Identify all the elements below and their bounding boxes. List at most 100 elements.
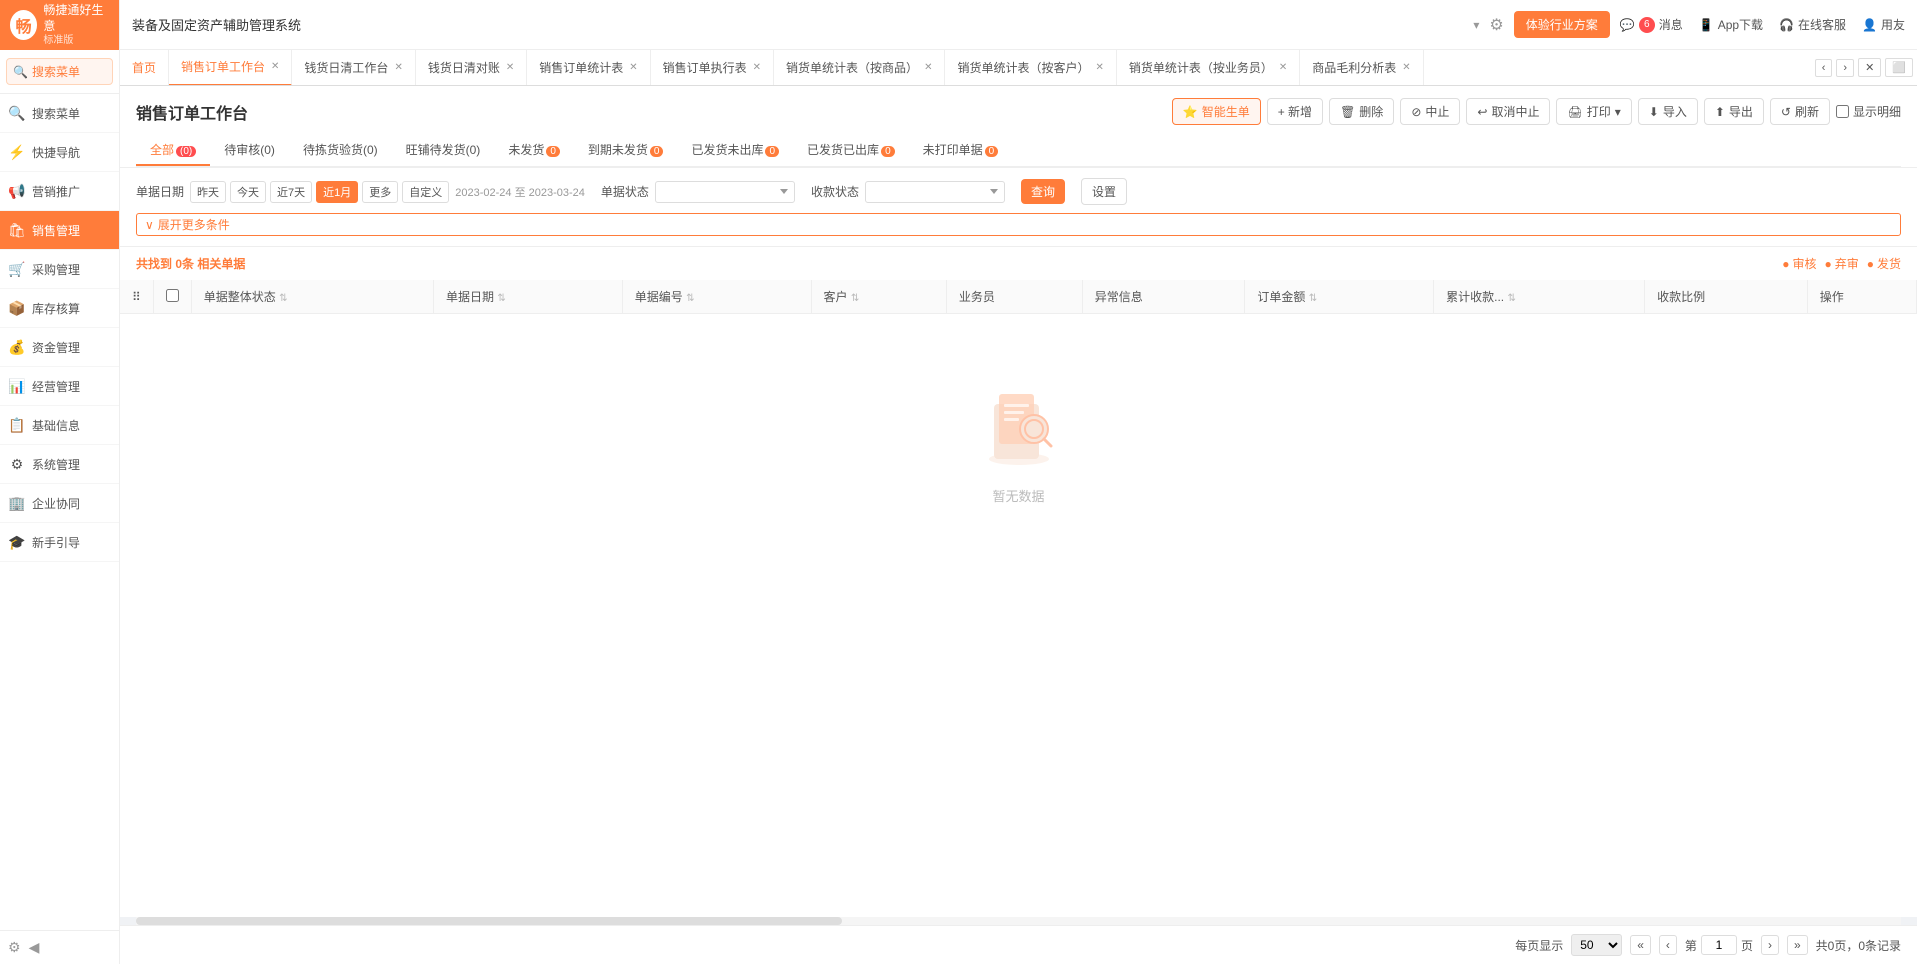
settings-icon[interactable]: ⚙ xyxy=(8,939,21,956)
tab-sales-summary-staff[interactable]: 销货单统计表（按业务员） ✕ xyxy=(1117,50,1300,86)
tab-sales-summary-product[interactable]: 销货单统计表（按商品） ✕ xyxy=(774,50,945,86)
tab-close-sales-stat[interactable]: ✕ xyxy=(629,62,637,73)
tabbar: 首页 销售订单工作台 ✕ 钱货日清工作台 ✕ 钱货日清对账 ✕ 销售订单统计表 … xyxy=(120,50,1917,86)
tab-prev-button[interactable]: ‹ xyxy=(1815,59,1833,77)
col-exception: 异常信息 xyxy=(1082,280,1245,314)
filter-date-more[interactable]: 更多 xyxy=(362,181,398,203)
subtab-not-printed[interactable]: 未打印单据0 xyxy=(909,135,1013,166)
sidebar-item-inventory[interactable]: 📦 库存核算 xyxy=(0,289,119,328)
filter-expand-button[interactable]: ∨ 展开更多条件 xyxy=(136,213,1901,236)
col-status: 单据整体状态 ⇅ xyxy=(191,280,433,314)
tab-cash-clear[interactable]: 钱货日清工作台 ✕ xyxy=(292,50,415,86)
tab-close-summary-staff[interactable]: ✕ xyxy=(1279,62,1287,73)
sidebar-item-finance[interactable]: 💰 资金管理 xyxy=(0,328,119,367)
tab-close-all-button[interactable]: ✕ xyxy=(1858,58,1881,77)
scrollbar-thumb[interactable] xyxy=(136,917,842,925)
sidebar-item-purchase[interactable]: 🛒 采购管理 xyxy=(0,250,119,289)
sort-date-icon[interactable]: ⇅ xyxy=(497,293,505,304)
system-chevron-icon[interactable]: ▾ xyxy=(1473,18,1479,32)
subtab-not-shipped[interactable]: 未发货0 xyxy=(494,135,574,166)
filter-date-yesterday[interactable]: 昨天 xyxy=(190,181,226,203)
delete-button[interactable]: 🗑 删除 xyxy=(1329,98,1394,125)
subtab-shipped-out[interactable]: 已发货已出库0 xyxy=(793,135,909,166)
new-button[interactable]: + 新增 xyxy=(1267,98,1323,125)
sort-collected-icon[interactable]: ⇅ xyxy=(1507,293,1515,304)
sidebar-item-basic_info[interactable]: 📋 基础信息 xyxy=(0,406,119,445)
sidebar-item-system[interactable]: ⚙ 系统管理 xyxy=(0,445,119,484)
filter-date-custom[interactable]: 自定义 xyxy=(402,181,449,203)
scrollbar[interactable] xyxy=(136,917,1901,925)
last-page-button[interactable]: » xyxy=(1787,935,1808,955)
sidebar-item-search[interactable]: 🔍 搜索菜单 xyxy=(0,94,119,133)
online-service-button[interactable]: 🎧 在线客服 xyxy=(1779,16,1846,33)
sort-amount-icon[interactable]: ⇅ xyxy=(1309,293,1317,304)
tab-close-sales-workbench[interactable]: ✕ xyxy=(271,61,279,72)
export-button[interactable]: ⬆ 导出 xyxy=(1704,98,1764,125)
nav-icon-basic_info: 📋 xyxy=(8,416,26,434)
collapse-icon[interactable]: ◀ xyxy=(29,939,40,956)
filter-status-select[interactable] xyxy=(655,181,795,203)
cancel-review-action-button[interactable]: ● 弃审 xyxy=(1824,255,1858,272)
sort-customer-icon[interactable]: ⇅ xyxy=(851,293,859,304)
first-page-button[interactable]: « xyxy=(1630,935,1651,955)
cancel-stop-button[interactable]: ↩ 取消中止 xyxy=(1466,98,1550,125)
subtab-overdue-not-shipped[interactable]: 到期未发货0 xyxy=(574,135,678,166)
tab-sales-workbench[interactable]: 销售订单工作台 ✕ xyxy=(169,50,292,86)
subtab-pending-review[interactable]: 待审核(0) xyxy=(210,135,289,166)
tab-close-summary-product[interactable]: ✕ xyxy=(924,62,932,73)
filter-payment-select[interactable] xyxy=(865,181,1005,203)
app-download-button[interactable]: 📱 App下载 xyxy=(1699,16,1763,33)
industry-solution-button[interactable]: 体验行业方案 xyxy=(1514,11,1610,38)
sort-no-icon[interactable]: ⇅ xyxy=(686,293,694,304)
sidebar-item-marketing[interactable]: 📢 营销推广 xyxy=(0,172,119,211)
filter-date-7days[interactable]: 近7天 xyxy=(270,181,312,203)
subtab-wangpu-pending[interactable]: 旺铺待发货(0) xyxy=(392,135,495,166)
tab-close-cash-clear[interactable]: ✕ xyxy=(394,62,402,73)
print-button[interactable]: 🖨 打印 ▾ xyxy=(1556,98,1631,125)
tab-maximize-button[interactable]: ⬜ xyxy=(1885,58,1913,77)
query-button[interactable]: 查询 xyxy=(1021,179,1065,204)
tab-cash-reconcile[interactable]: 钱货日清对账 ✕ xyxy=(416,50,527,86)
next-page-button[interactable]: › xyxy=(1761,935,1779,955)
user-button[interactable]: 👤 用友 xyxy=(1862,16,1905,33)
tab-close-cash-reconcile[interactable]: ✕ xyxy=(506,62,514,73)
import-button[interactable]: ⬇ 导入 xyxy=(1638,98,1698,125)
select-all-checkbox[interactable] xyxy=(166,289,179,302)
tab-product-margin[interactable]: 商品毛利分析表 ✕ xyxy=(1300,50,1423,86)
sidebar-item-guide[interactable]: 🎓 新手引导 xyxy=(0,523,119,562)
page-input[interactable] xyxy=(1701,935,1737,955)
tab-sales-stat[interactable]: 销售订单统计表 ✕ xyxy=(527,50,650,86)
review-action-button[interactable]: ● 审核 xyxy=(1782,255,1816,272)
stop-button[interactable]: ⊘ 中止 xyxy=(1400,98,1460,125)
tab-close-summary-customer[interactable]: ✕ xyxy=(1095,62,1103,73)
filter-date-today[interactable]: 今天 xyxy=(230,181,266,203)
tab-home[interactable]: 首页 xyxy=(120,50,169,86)
refresh-button[interactable]: ↺ 刷新 xyxy=(1770,98,1830,125)
sidebar-item-enterprise[interactable]: 🏢 企业协同 xyxy=(0,484,119,523)
sort-status-icon[interactable]: ⇅ xyxy=(279,293,287,304)
nav-label-purchase: 采购管理 xyxy=(32,261,80,278)
topbar-settings-icon[interactable]: ⚙ xyxy=(1489,15,1503,35)
sidebar-item-sales[interactable]: 🛍 销售管理 xyxy=(0,211,119,250)
message-button[interactable]: 💬 6 消息 xyxy=(1620,16,1683,33)
tab-close-sales-exec[interactable]: ✕ xyxy=(753,62,761,73)
tab-sales-summary-customer[interactable]: 销货单统计表（按客户） ✕ xyxy=(945,50,1116,86)
tab-next-button[interactable]: › xyxy=(1836,59,1854,77)
smart-gen-button[interactable]: ⭐ 智能生单 xyxy=(1172,98,1261,125)
tab-sales-exec[interactable]: 销售订单执行表 ✕ xyxy=(651,50,774,86)
filter-settings-button[interactable]: 设置 xyxy=(1081,178,1127,205)
col-checkbox[interactable] xyxy=(153,280,191,314)
per-page-select[interactable]: 50 10 20 100 xyxy=(1571,934,1622,956)
sidebar-item-operations[interactable]: 📊 经营管理 xyxy=(0,367,119,406)
subtab-pending-inspect[interactable]: 待拣货验货(0) xyxy=(289,135,392,166)
show-detail-checkbox[interactable]: 显示明细 xyxy=(1836,103,1901,120)
ship-action-button[interactable]: ● 发货 xyxy=(1867,255,1901,272)
prev-page-button[interactable]: ‹ xyxy=(1659,935,1677,955)
subtab-shipped-not-out[interactable]: 已发货未出库0 xyxy=(677,135,793,166)
show-detail-input[interactable] xyxy=(1836,105,1849,118)
filter-date-1month[interactable]: 近1月 xyxy=(316,181,358,203)
tab-close-margin[interactable]: ✕ xyxy=(1402,62,1410,73)
search-menu-button[interactable]: 🔍 搜索菜单 xyxy=(6,58,113,85)
sidebar-item-quick_nav[interactable]: ⚡ 快捷导航 xyxy=(0,133,119,172)
subtab-all[interactable]: 全部(0) xyxy=(136,135,210,166)
